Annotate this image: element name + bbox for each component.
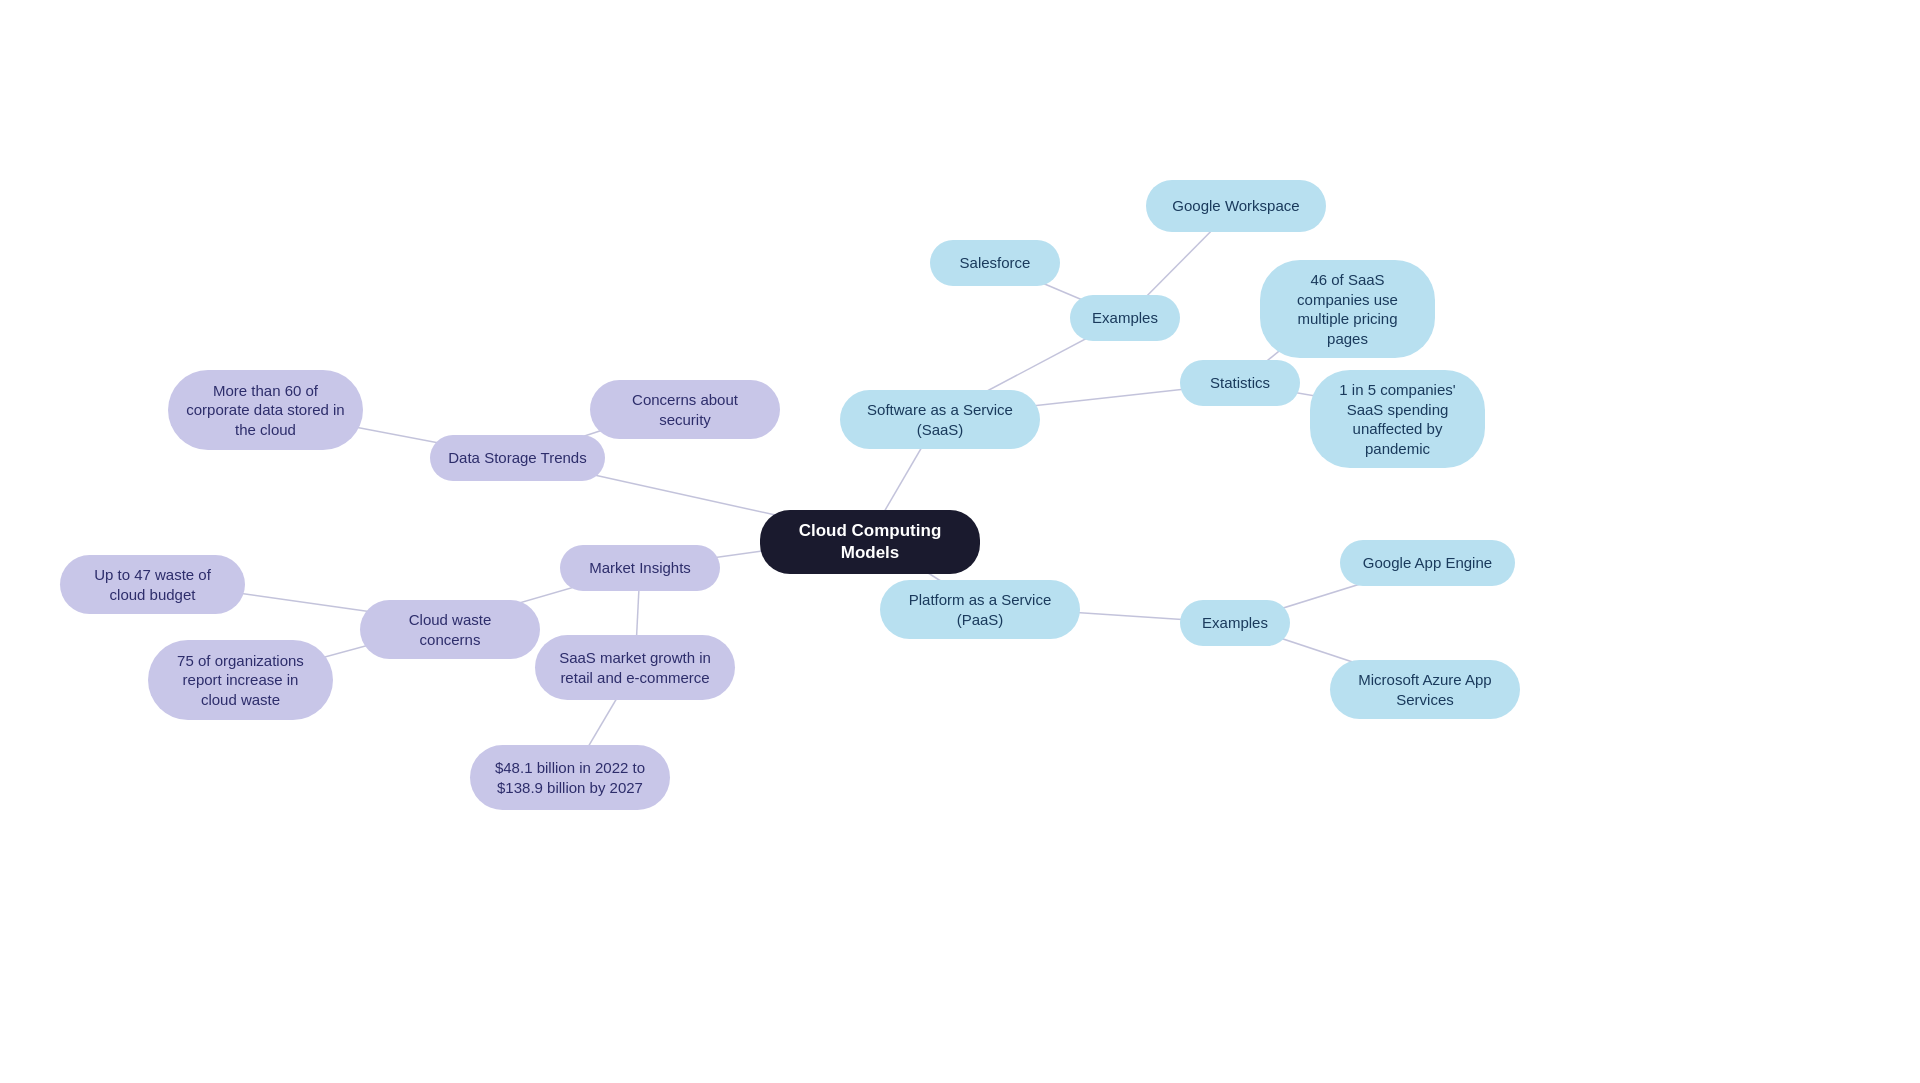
node-azure[interactable]: Microsoft Azure App Services: [1330, 660, 1520, 719]
node-market_insights[interactable]: Market Insights: [560, 545, 720, 591]
node-cloud_waste[interactable]: Cloud waste concerns: [360, 600, 540, 659]
node-cloud_budget[interactable]: Up to 47 waste of cloud budget: [60, 555, 245, 614]
node-salesforce[interactable]: Salesforce: [930, 240, 1060, 286]
node-saas_stat2[interactable]: 1 in 5 companies' SaaS spending unaffect…: [1310, 370, 1485, 468]
node-examples_saas[interactable]: Examples: [1070, 295, 1180, 341]
node-org_cloud_waste[interactable]: 75 of organizations report increase in c…: [148, 640, 333, 720]
node-statistics[interactable]: Statistics: [1180, 360, 1300, 406]
node-saas[interactable]: Software as a Service (SaaS): [840, 390, 1040, 449]
node-saas_stat1[interactable]: 46 of SaaS companies use multiple pricin…: [1260, 260, 1435, 358]
node-paas[interactable]: Platform as a Service (PaaS): [880, 580, 1080, 639]
node-saas_market_growth[interactable]: SaaS market growth in retail and e-comme…: [535, 635, 735, 700]
node-google_workspace[interactable]: Google Workspace: [1146, 180, 1326, 232]
node-google_app_engine[interactable]: Google App Engine: [1340, 540, 1515, 586]
mindmap-container: Cloud Computing Models Software as a Serv…: [0, 0, 1920, 1083]
node-corporate_data[interactable]: More than 60 of corporate data stored in…: [168, 370, 363, 450]
node-examples_paas[interactable]: Examples: [1180, 600, 1290, 646]
node-security_concerns[interactable]: Concerns about security: [590, 380, 780, 439]
node-market_value[interactable]: $48.1 billion in 2022 to $138.9 billion …: [470, 745, 670, 810]
node-center[interactable]: Cloud Computing Models: [760, 510, 980, 574]
node-data_storage[interactable]: Data Storage Trends: [430, 435, 605, 481]
